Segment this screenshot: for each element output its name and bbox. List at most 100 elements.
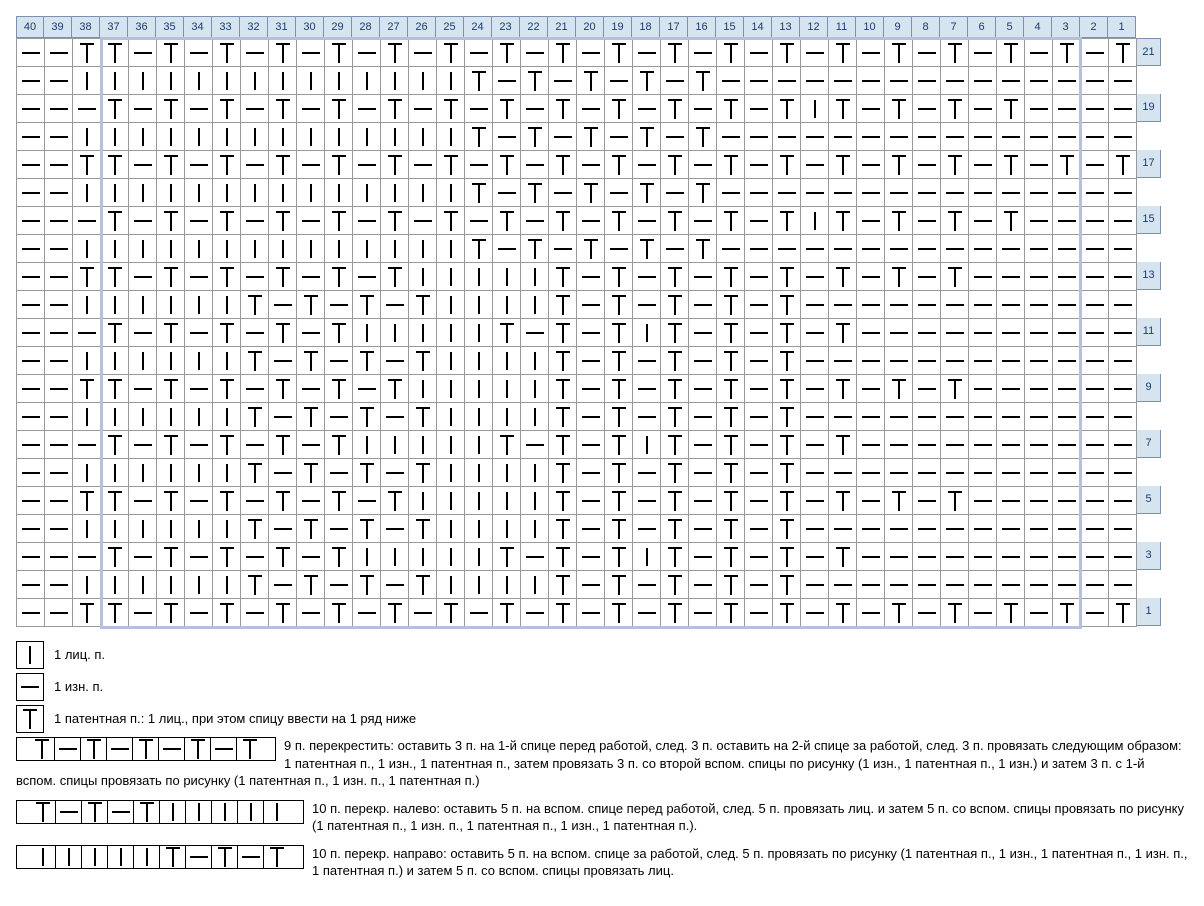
chart-cell [185,375,213,403]
chart-cell [1109,487,1137,515]
chart-cell [297,375,325,403]
chart-cell [381,431,409,459]
chart-cell [269,375,297,403]
chart-cell [129,515,157,543]
chart-cell [213,67,241,95]
chart-cell [941,347,969,375]
col-header-cell: 36 [128,16,156,38]
chart-cell [801,487,829,515]
chart-cell [45,431,73,459]
chart-cell [381,347,409,375]
chart-cell [773,235,801,263]
chart-cell [661,543,689,571]
chart-cell [997,291,1025,319]
chart-cell [409,179,437,207]
chart-cell [101,263,129,291]
chart-cell [913,431,941,459]
chart-cell [465,151,493,179]
chart-cell [633,319,661,347]
chart-cell [129,375,157,403]
chart-cell [885,599,913,627]
chart-cell [185,515,213,543]
chart-cell [605,543,633,571]
chart-cell [969,67,997,95]
chart-cell [941,543,969,571]
chart-cell [1081,39,1109,67]
chart-cell [353,67,381,95]
chart-cell [325,375,353,403]
chart-cell [885,347,913,375]
chart-cell [969,459,997,487]
chart-cell [409,375,437,403]
chart-cell [297,347,325,375]
chart-cell [157,263,185,291]
chart-cell [73,319,101,347]
chart-cell [297,151,325,179]
chart-cell [997,431,1025,459]
chart-cell [381,459,409,487]
chart-cell [829,599,857,627]
chart-cell [409,67,437,95]
chart-cell [745,487,773,515]
chart-cell [1109,151,1137,179]
chart-cell [1025,291,1053,319]
chart-cell [969,179,997,207]
chart-cell [129,459,157,487]
chart-cell [885,431,913,459]
chart-cell [101,39,129,67]
chart-cell [213,95,241,123]
chart-cell [17,571,45,599]
chart-cell [745,67,773,95]
col-header-cell: 6 [968,16,996,38]
chart-cell [297,571,325,599]
chart-row [17,599,1137,627]
chart-cell [801,375,829,403]
chart-cell [521,487,549,515]
chart-cell [745,263,773,291]
chart-cell [997,599,1025,627]
chart-cell [45,151,73,179]
row-label-cell: 5 [1137,486,1161,514]
chart-cell [185,543,213,571]
chart-cell [633,39,661,67]
chart-cell [73,599,101,627]
chart-cell [1025,319,1053,347]
row-label-cell [1137,66,1161,94]
chart-cell [605,95,633,123]
chart-cell [353,515,381,543]
chart-cell [241,543,269,571]
chart-cell [465,207,493,235]
chart-cell [1025,459,1053,487]
chart-cell [913,347,941,375]
chart-cell [857,39,885,67]
chart-cell [269,291,297,319]
chart-cell [45,571,73,599]
chart-cell [997,375,1025,403]
chart-cell [1053,235,1081,263]
chart-cell [689,207,717,235]
chart-cell [661,123,689,151]
chart-cell [633,67,661,95]
chart-cell [17,543,45,571]
chart-cell [577,403,605,431]
chart-cell [689,431,717,459]
chart-cell [45,543,73,571]
chart-cell [437,487,465,515]
chart-cell [1109,39,1137,67]
chart-cell [773,543,801,571]
chart-cell [549,599,577,627]
chart-cell [437,543,465,571]
chart-cell [1053,515,1081,543]
chart-cell [1081,375,1109,403]
chart-cell [913,319,941,347]
chart-cell [73,375,101,403]
chart-cell [381,263,409,291]
chart-cell [1025,431,1053,459]
chart-cell [521,431,549,459]
chart-cell [857,263,885,291]
col-header-cell: 22 [520,16,548,38]
chart-cell [73,571,101,599]
chart-cell [913,403,941,431]
chart-cell [297,599,325,627]
chart-cell [661,263,689,291]
